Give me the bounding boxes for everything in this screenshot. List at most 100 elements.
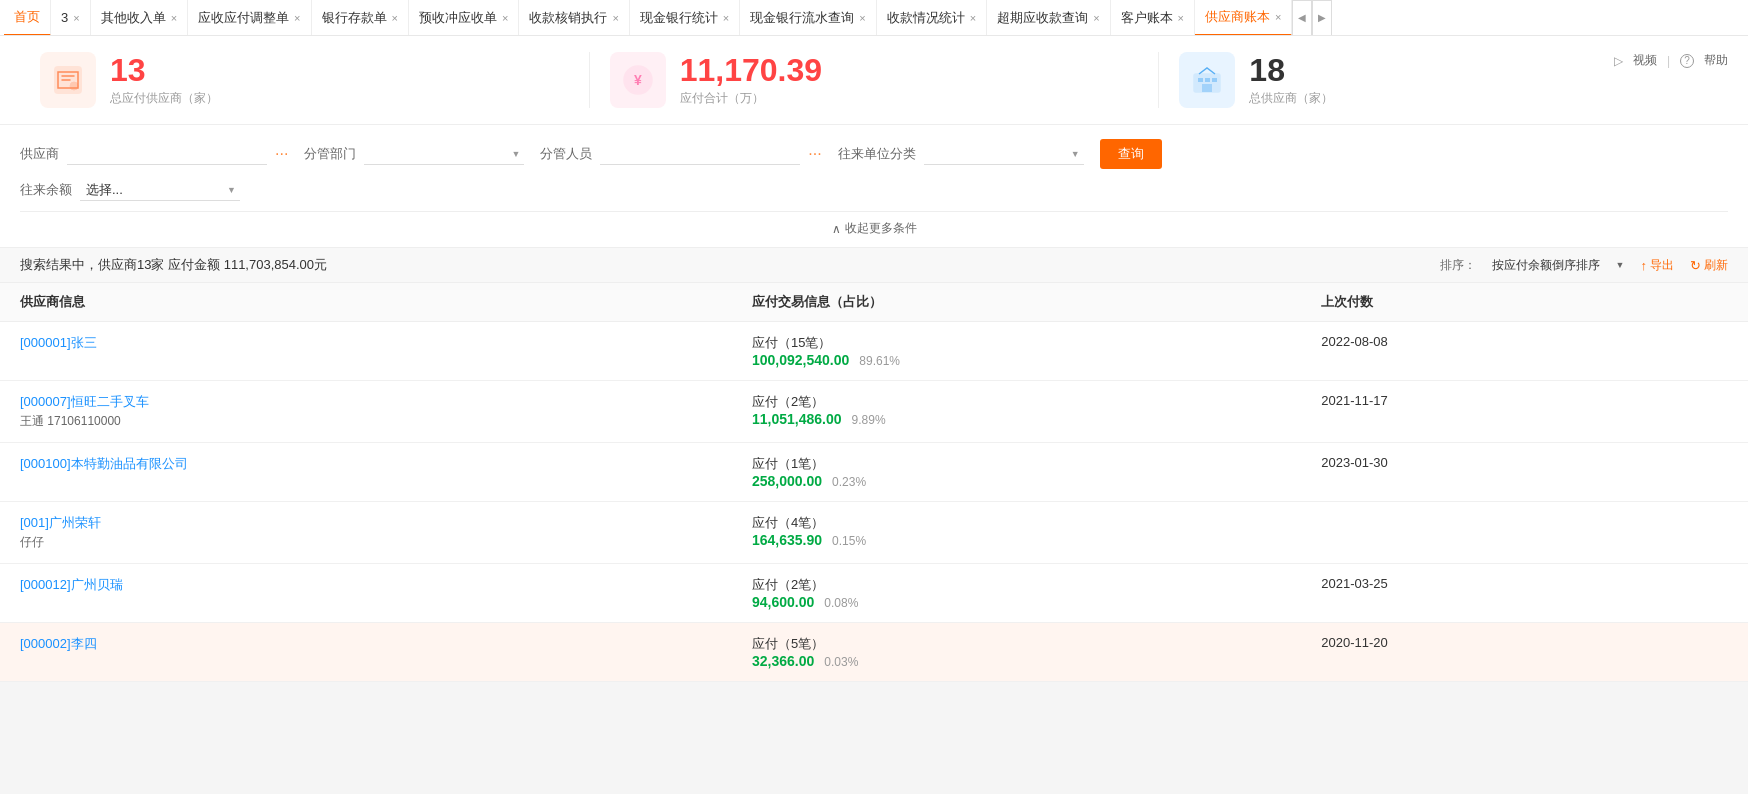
nav-tab-receipt-check[interactable]: 收款核销执行 × (519, 0, 629, 36)
close-bank-deposit[interactable]: × (392, 12, 398, 24)
cash-bank-stat-label: 现金银行统计 (640, 9, 718, 27)
summary-text-payable: 13 总应付供应商（家） (110, 53, 218, 107)
supplier-link-0[interactable]: [000001]张三 (20, 335, 97, 350)
video-link[interactable]: 视频 (1633, 52, 1657, 69)
supplier-link-1[interactable]: [000007]恒旺二手叉车 (20, 394, 149, 409)
last-pay-5: 2020-11-20 (1321, 635, 1728, 650)
tx-row-5: 32,366.00 0.03% (752, 653, 1321, 669)
nav-tab-bank-deposit[interactable]: 银行存款单 × (312, 0, 409, 36)
total-payable-label: 应付合计（万） (680, 90, 822, 107)
filter-unit-type: 往来单位分类 (838, 143, 1084, 165)
unit-type-filter-select[interactable] (924, 143, 1084, 165)
payable-suppliers-label: 总应付供应商（家） (110, 90, 218, 107)
tx-cell-3: 应付（4笔） 164,635.90 0.15% (752, 514, 1321, 548)
export-icon: ↑ (1641, 258, 1648, 273)
collapse-button[interactable]: ∧ 收起更多条件 (20, 211, 1728, 237)
balance-filter-select[interactable]: 选择... (80, 179, 240, 201)
export-button[interactable]: ↑ 导出 (1641, 257, 1675, 274)
summary-text-total-suppliers: 18 总供应商（家） (1249, 53, 1333, 107)
receipt-check-label: 收款核销执行 (529, 9, 607, 27)
nav-tab-customer[interactable]: 客户账本 × (1111, 0, 1195, 36)
supplier-cell-2: [000100]本特勤油品有限公司 (20, 455, 752, 473)
total-payable-number: 11,170.39 (680, 53, 822, 88)
filter-area: 供应商 ··· 分管部门 分管人员 ··· 往来单位分类 查询 (0, 125, 1748, 248)
tx-amount-4[interactable]: 94,600.00 (752, 594, 814, 610)
sort-value[interactable]: 按应付余额倒序排序 (1492, 257, 1600, 274)
close-advance[interactable]: × (502, 12, 508, 24)
supplier-cell-3: [001]广州荣轩 仔仔 (20, 514, 752, 551)
close-overdue[interactable]: × (1093, 12, 1099, 24)
total-payable-icon: ¥ (610, 52, 666, 108)
results-actions: 排序： 按应付余额倒序排序 ▼ ↑ 导出 ↻ 刷新 (1440, 257, 1728, 274)
sort-chevron-icon[interactable]: ▼ (1616, 260, 1625, 270)
filter-person: 分管人员 ··· (540, 143, 821, 165)
tx-pct-0: 89.61% (859, 354, 900, 368)
supplier-sub-1: 王通 17106110000 (20, 413, 752, 430)
tx-pct-1: 9.89% (852, 413, 886, 427)
nav-tab-ap-adjust[interactable]: 应收应付调整单 × (188, 0, 311, 36)
nav-tab-3[interactable]: 3 × (51, 0, 91, 36)
close-other-income[interactable]: × (171, 12, 177, 24)
tab-3-label: 3 (61, 10, 68, 25)
query-button[interactable]: 查询 (1100, 139, 1162, 169)
nav-tab-home[interactable]: 首页 (4, 0, 51, 36)
supplier-link-2[interactable]: [000100]本特勤油品有限公司 (20, 456, 188, 471)
svg-text:¥: ¥ (634, 72, 642, 88)
close-customer[interactable]: × (1178, 12, 1184, 24)
tx-cell-0: 应付（15笔） 100,092,540.00 89.61% (752, 334, 1321, 368)
close-receipt-stat[interactable]: × (970, 12, 976, 24)
tx-amount-1[interactable]: 11,051,486.00 (752, 411, 842, 427)
tx-label-1: 应付（2笔） (752, 393, 1321, 411)
total-suppliers-icon (1179, 52, 1235, 108)
close-tab-3[interactable]: × (73, 12, 79, 24)
person-dots-icon[interactable]: ··· (808, 145, 821, 163)
person-filter-input[interactable] (600, 143, 800, 165)
refresh-label[interactable]: 刷新 (1704, 257, 1728, 274)
tx-amount-2[interactable]: 258,000.00 (752, 473, 822, 489)
export-label[interactable]: 导出 (1650, 257, 1674, 274)
table-row: [001]广州荣轩 仔仔 应付（4笔） 164,635.90 0.15% (0, 502, 1748, 564)
nav-prev-button[interactable]: ◀ (1292, 0, 1312, 36)
advance-label: 预收冲应收单 (419, 9, 497, 27)
dept-select-wrapper (364, 143, 524, 165)
supplier-dots-icon[interactable]: ··· (275, 145, 288, 163)
nav-tab-cash-bank-stat[interactable]: 现金银行统计 × (630, 0, 740, 36)
receipt-stat-label: 收款情况统计 (887, 9, 965, 27)
summary-text-total: 11,170.39 应付合计（万） (680, 53, 822, 107)
dept-filter-label: 分管部门 (304, 145, 356, 163)
tx-cell-2: 应付（1笔） 258,000.00 0.23% (752, 455, 1321, 489)
nav-tab-supplier[interactable]: 供应商账本 × (1195, 0, 1292, 36)
help-link[interactable]: 帮助 (1704, 52, 1728, 69)
summary-item-total-payable: ¥ 11,170.39 应付合计（万） (590, 52, 1160, 108)
close-supplier[interactable]: × (1275, 11, 1281, 23)
nav-next-button[interactable]: ▶ (1312, 0, 1332, 36)
close-ap-adjust[interactable]: × (294, 12, 300, 24)
tx-amount-5[interactable]: 32,366.00 (752, 653, 814, 669)
close-receipt-check[interactable]: × (612, 12, 618, 24)
tx-amount-0[interactable]: 100,092,540.00 (752, 352, 849, 368)
tx-pct-2: 0.23% (832, 475, 866, 489)
close-cash-bank-stat[interactable]: × (723, 12, 729, 24)
total-suppliers-number: 18 (1249, 53, 1333, 88)
tx-cell-5: 应付（5笔） 32,366.00 0.03% (752, 635, 1321, 669)
nav-tab-cash-flow[interactable]: 现金银行流水查询 × (740, 0, 876, 36)
filter-supplier: 供应商 ··· (20, 143, 288, 165)
tx-cell-1: 应付（2笔） 11,051,486.00 9.89% (752, 393, 1321, 427)
close-cash-flow[interactable]: × (859, 12, 865, 24)
divider: | (1667, 54, 1670, 68)
supplier-link-5[interactable]: [000002]李四 (20, 636, 97, 651)
person-filter-label: 分管人员 (540, 145, 592, 163)
supplier-link-3[interactable]: [001]广州荣轩 (20, 515, 101, 530)
refresh-button[interactable]: ↻ 刷新 (1690, 257, 1728, 274)
nav-tab-other-income[interactable]: 其他收入单 × (91, 0, 188, 36)
nav-tab-advance[interactable]: 预收冲应收单 × (409, 0, 519, 36)
nav-tab-receipt-stat[interactable]: 收款情况统计 × (877, 0, 987, 36)
supplier-link-4[interactable]: [000012]广州贝瑞 (20, 577, 123, 592)
dept-filter-select[interactable] (364, 143, 524, 165)
supplier-sub-3: 仔仔 (20, 534, 752, 551)
supplier-filter-input[interactable] (67, 143, 267, 165)
svg-rect-8 (1202, 84, 1212, 92)
tx-amount-3[interactable]: 164,635.90 (752, 532, 822, 548)
balance-select-wrapper: 选择... (80, 179, 240, 201)
nav-tab-overdue[interactable]: 超期应收款查询 × (987, 0, 1110, 36)
